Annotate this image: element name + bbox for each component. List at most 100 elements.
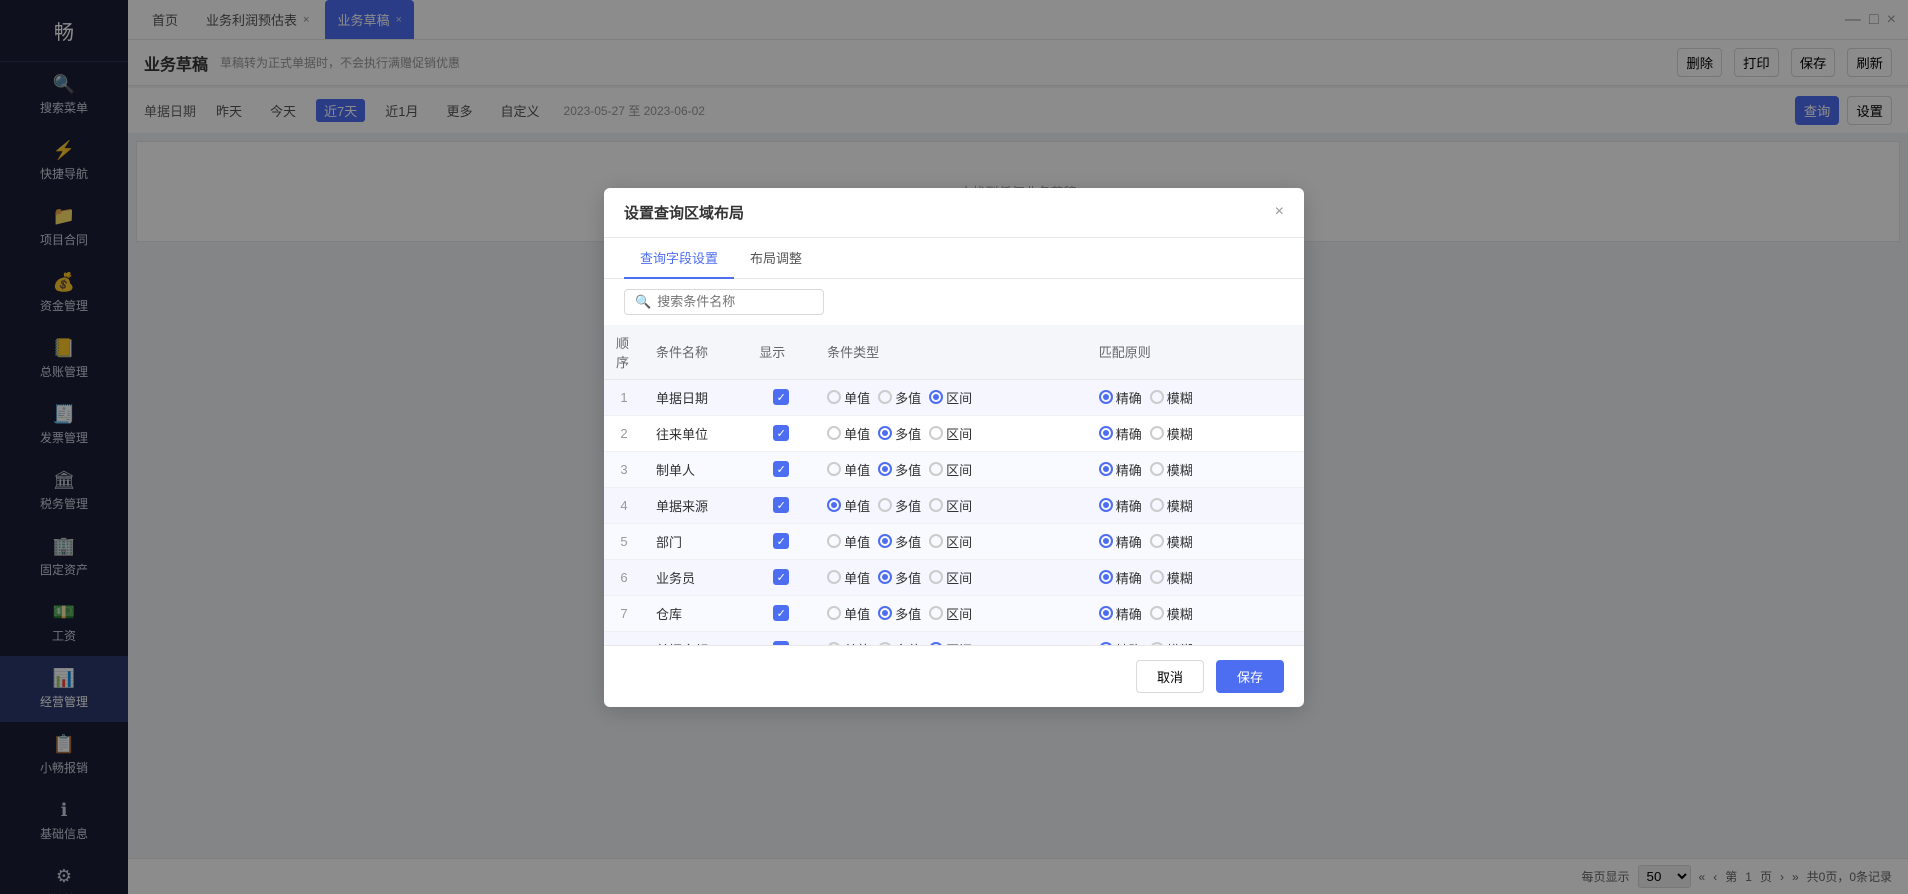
- match-radio-group: 精确 模糊: [1099, 460, 1292, 479]
- condition-name: 往来单位: [644, 415, 747, 451]
- radio-circle: [878, 570, 892, 584]
- radio-label: 区间: [946, 640, 972, 645]
- radio-label: 单值: [844, 460, 870, 479]
- match-radio-group: 精确 模糊: [1099, 496, 1292, 515]
- match-radio-group: 精确 模糊: [1099, 388, 1292, 407]
- radio-精确[interactable]: 精确: [1099, 640, 1142, 645]
- radio-多值[interactable]: 多值: [878, 388, 921, 407]
- radio-circle: [1099, 606, 1113, 620]
- row-num: 6: [604, 559, 644, 595]
- row-num: 3: [604, 451, 644, 487]
- col-match: 匹配原则: [1087, 325, 1304, 380]
- radio-circle: [1099, 462, 1113, 476]
- type-cell: 单值 多值 区间: [815, 631, 1087, 645]
- dialog-close-button[interactable]: ×: [1275, 203, 1284, 221]
- radio-circle: [878, 534, 892, 548]
- radio-单值[interactable]: 单值: [827, 388, 870, 407]
- tab-field-settings[interactable]: 查询字段设置: [624, 238, 734, 279]
- match-cell: 精确 模糊: [1087, 415, 1304, 451]
- radio-circle: [1150, 570, 1164, 584]
- dialog-search-area: 🔍: [604, 279, 1304, 325]
- radio-多值[interactable]: 多值: [878, 532, 921, 551]
- radio-label: 单值: [844, 424, 870, 443]
- radio-区间[interactable]: 区间: [929, 424, 972, 443]
- radio-精确[interactable]: 精确: [1099, 532, 1142, 551]
- radio-模糊[interactable]: 模糊: [1150, 496, 1193, 515]
- show-checkbox[interactable]: ✓: [773, 461, 789, 477]
- tab-layout-adjust[interactable]: 布局调整: [734, 238, 818, 279]
- type-radio-group: 单值 多值 区间: [827, 388, 1075, 407]
- show-checkbox-cell: ✓: [747, 487, 815, 523]
- show-checkbox[interactable]: ✓: [773, 569, 789, 585]
- show-checkbox[interactable]: ✓: [773, 533, 789, 549]
- radio-单值[interactable]: 单值: [827, 604, 870, 623]
- dialog-table-scroll[interactable]: 顺序 条件名称 显示 条件类型 匹配原则 1 单据日期 ✓ 单值: [604, 325, 1304, 645]
- type-radio-group: 单值 多值 区间: [827, 424, 1075, 443]
- condition-name: 部门: [644, 523, 747, 559]
- show-checkbox[interactable]: ✓: [773, 605, 789, 621]
- radio-circle: [1099, 426, 1113, 440]
- radio-label: 区间: [946, 424, 972, 443]
- radio-区间[interactable]: 区间: [929, 388, 972, 407]
- radio-模糊[interactable]: 模糊: [1150, 424, 1193, 443]
- cancel-button[interactable]: 取消: [1136, 660, 1204, 693]
- radio-多值[interactable]: 多值: [878, 568, 921, 587]
- radio-区间[interactable]: 区间: [929, 532, 972, 551]
- match-cell: 精确 模糊: [1087, 523, 1304, 559]
- radio-精确[interactable]: 精确: [1099, 604, 1142, 623]
- radio-label: 精确: [1116, 568, 1142, 587]
- dialog-save-button[interactable]: 保存: [1216, 660, 1284, 693]
- radio-多值[interactable]: 多值: [878, 640, 921, 645]
- radio-circle: [1150, 462, 1164, 476]
- radio-多值[interactable]: 多值: [878, 424, 921, 443]
- show-checkbox[interactable]: ✓: [773, 425, 789, 441]
- radio-精确[interactable]: 精确: [1099, 388, 1142, 407]
- radio-label: 模糊: [1167, 424, 1193, 443]
- radio-区间[interactable]: 区间: [929, 496, 972, 515]
- radio-单值[interactable]: 单值: [827, 640, 870, 645]
- radio-区间[interactable]: 区间: [929, 568, 972, 587]
- radio-区间[interactable]: 区间: [929, 460, 972, 479]
- type-cell: 单值 多值 区间: [815, 415, 1087, 451]
- show-checkbox-cell: ✓: [747, 451, 815, 487]
- radio-单值[interactable]: 单值: [827, 568, 870, 587]
- show-checkbox[interactable]: ✓: [773, 497, 789, 513]
- condition-name: 单据日期: [644, 379, 747, 415]
- show-checkbox[interactable]: ✓: [773, 389, 789, 405]
- radio-模糊[interactable]: 模糊: [1150, 604, 1193, 623]
- radio-多值[interactable]: 多值: [878, 496, 921, 515]
- radio-单值[interactable]: 单值: [827, 424, 870, 443]
- radio-单值[interactable]: 单值: [827, 496, 870, 515]
- radio-精确[interactable]: 精确: [1099, 568, 1142, 587]
- radio-模糊[interactable]: 模糊: [1150, 532, 1193, 551]
- radio-label: 区间: [946, 388, 972, 407]
- radio-label: 多值: [895, 460, 921, 479]
- radio-精确[interactable]: 精确: [1099, 460, 1142, 479]
- type-radio-group: 单值 多值 区间: [827, 460, 1075, 479]
- search-input[interactable]: [657, 294, 813, 309]
- radio-label: 多值: [895, 604, 921, 623]
- radio-模糊[interactable]: 模糊: [1150, 640, 1193, 645]
- radio-区间[interactable]: 区间: [929, 604, 972, 623]
- radio-单值[interactable]: 单值: [827, 460, 870, 479]
- radio-label: 精确: [1116, 496, 1142, 515]
- radio-多值[interactable]: 多值: [878, 460, 921, 479]
- radio-circle: [1099, 534, 1113, 548]
- type-cell: 单值 多值 区间: [815, 487, 1087, 523]
- radio-circle: [1099, 642, 1113, 645]
- radio-circle: [878, 390, 892, 404]
- row-num: 5: [604, 523, 644, 559]
- radio-模糊[interactable]: 模糊: [1150, 568, 1193, 587]
- radio-label: 单值: [844, 532, 870, 551]
- radio-区间[interactable]: 区间: [929, 640, 972, 645]
- radio-精确[interactable]: 精确: [1099, 496, 1142, 515]
- show-checkbox[interactable]: ✓: [773, 641, 789, 644]
- radio-模糊[interactable]: 模糊: [1150, 460, 1193, 479]
- radio-label: 单值: [844, 568, 870, 587]
- radio-多值[interactable]: 多值: [878, 604, 921, 623]
- radio-单值[interactable]: 单值: [827, 532, 870, 551]
- radio-精确[interactable]: 精确: [1099, 424, 1142, 443]
- type-cell: 单值 多值 区间: [815, 595, 1087, 631]
- radio-模糊[interactable]: 模糊: [1150, 388, 1193, 407]
- radio-circle: [929, 606, 943, 620]
